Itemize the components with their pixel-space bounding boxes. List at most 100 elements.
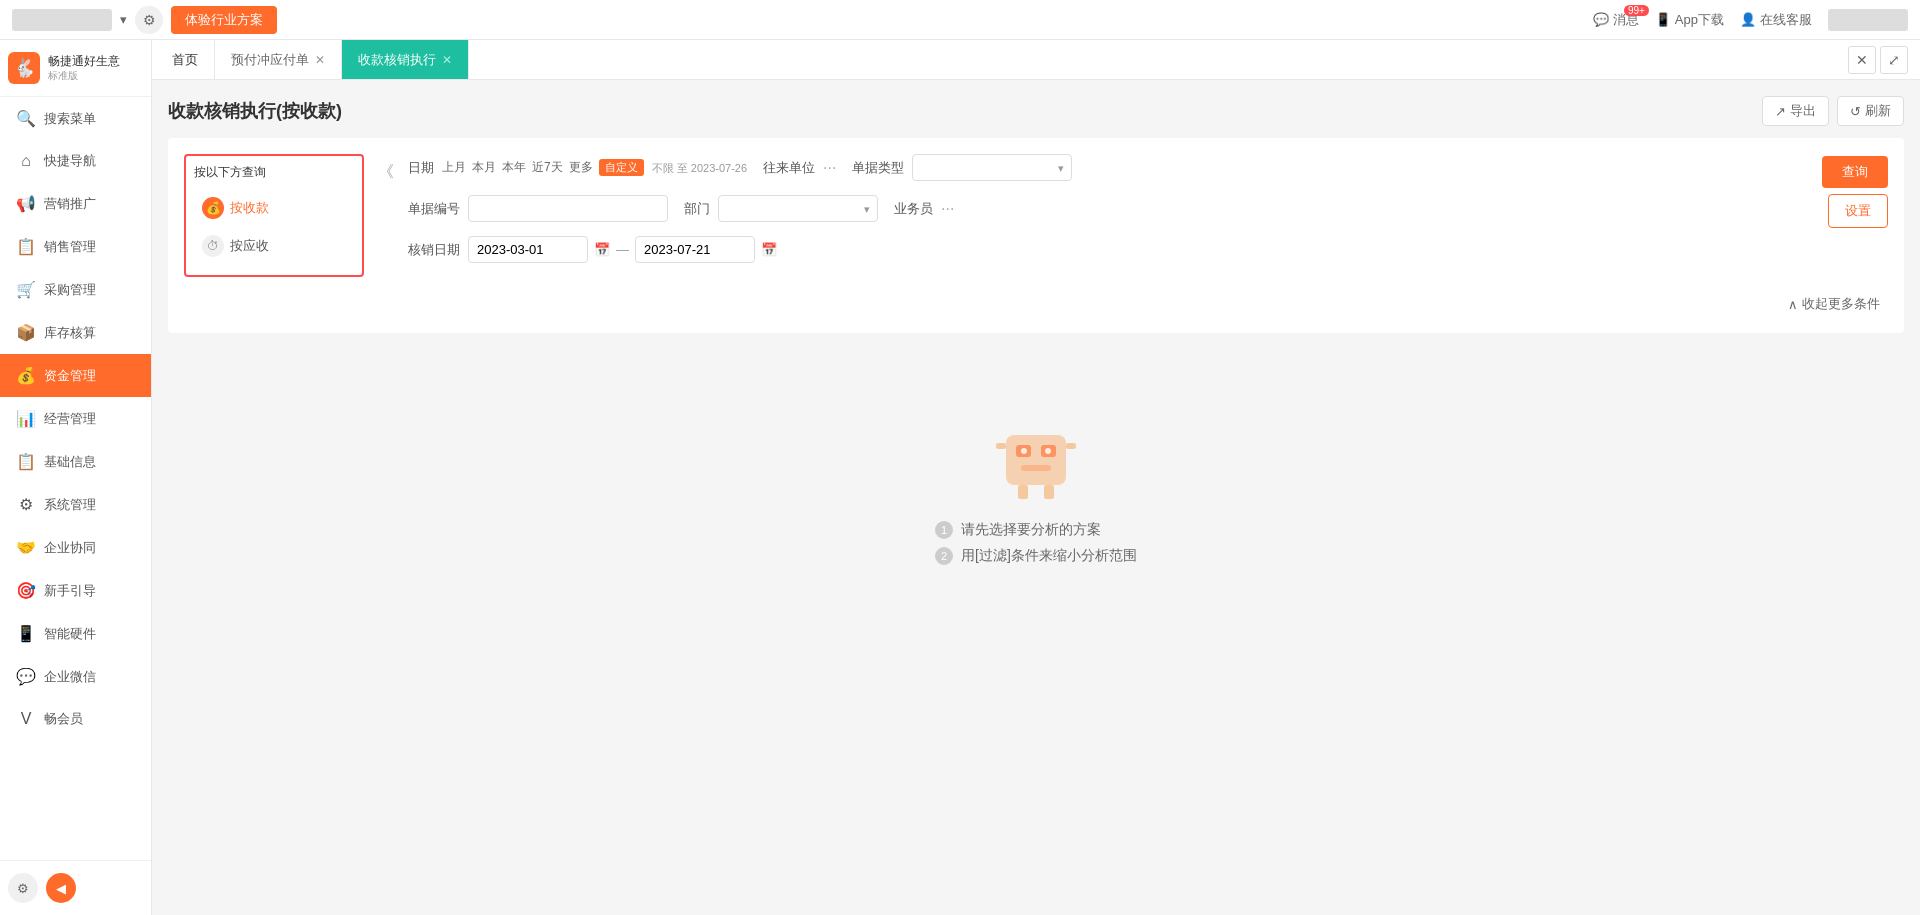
writeoff-date-end[interactable] (635, 236, 755, 263)
top-bar-left: ▾ ⚙ 体验行业方案 (12, 6, 1593, 34)
tab-expand-btn[interactable]: ⤢ (1880, 46, 1908, 74)
tab-controls: ✕ ⤢ (1848, 46, 1916, 74)
tab-receipt-writeoff-close[interactable]: ✕ (442, 53, 452, 67)
date-link-thisyear[interactable]: 本年 (502, 159, 526, 176)
receivable-icon: ⏱ (202, 235, 224, 257)
sidebar-item-guide[interactable]: 🎯 新手引导 (0, 569, 151, 612)
message-badge: 99+ (1624, 5, 1649, 16)
marketing-icon: 📢 (16, 194, 36, 213)
online-service-button[interactable]: 👤 在线客服 (1740, 11, 1812, 29)
filter-option-by-receipt[interactable]: 💰 按收款 (194, 191, 354, 225)
staff-dots[interactable]: ··· (941, 200, 954, 218)
wechat-icon: 💬 (16, 667, 36, 686)
writeoff-cal-start-icon[interactable]: 📅 (594, 242, 610, 257)
date-hint: 不限 至 2023-07-26 (652, 161, 747, 176)
sidebar-item-wechat[interactable]: 💬 企业微信 (0, 655, 151, 698)
user-avatar[interactable] (1828, 9, 1908, 31)
filter-docno-field: 单据编号 (408, 195, 668, 222)
receipt-option-label: 按收款 (230, 199, 269, 217)
doctype-select-wrapper (912, 154, 1072, 181)
tab-bar: 首页 预付冲应付单 ✕ 收款核销执行 ✕ ✕ ⤢ (152, 40, 1920, 80)
svg-rect-0 (1006, 435, 1066, 485)
date-link-thismonth[interactable]: 本月 (472, 159, 496, 176)
svg-rect-6 (1018, 485, 1028, 499)
sidebar-item-marketing[interactable]: 📢 营销推广 (0, 182, 151, 225)
tab-home-label: 首页 (172, 51, 198, 69)
sidebar: 🐇 畅捷通好生意 标准版 🔍 搜索菜单⌂ 快捷导航📢 营销推广📋 销售管理 🛒 (0, 40, 152, 915)
tab-receipt-writeoff[interactable]: 收款核销执行 ✕ (342, 40, 469, 79)
sidebar-item-search-menu[interactable]: 🔍 搜索菜单 (0, 97, 151, 140)
app-download-button[interactable]: 📱 App下载 (1655, 11, 1724, 29)
sidebar-item-hardware[interactable]: 📱 智能硬件 (0, 612, 151, 655)
page-title: 收款核销执行(按收款) (168, 99, 342, 123)
staff-label: 业务员 (894, 200, 933, 218)
search-button[interactable]: 查询 (1822, 156, 1888, 188)
operations-label: 经营管理 (44, 410, 96, 428)
export-label: 导出 (1790, 102, 1816, 120)
sidebar-item-sales[interactable]: 📋 销售管理 (0, 225, 151, 268)
tab-close-btn[interactable]: ✕ (1848, 46, 1876, 74)
sidebar-item-finance[interactable]: 💰 资金管理 (0, 354, 151, 397)
sidebar-item-quick-nav[interactable]: ⌂ 快捷导航 (0, 140, 151, 182)
logo-icon: 🐇 (8, 52, 40, 84)
tab-prepay[interactable]: 预付冲应付单 ✕ (215, 40, 342, 79)
writeoff-date-range: 📅 — 📅 (468, 236, 777, 263)
filter-row-3: 核销日期 📅 — 📅 (408, 236, 1810, 263)
logo-text-block: 畅捷通好生意 标准版 (48, 53, 120, 84)
guide-label: 新手引导 (44, 582, 96, 600)
dept-select[interactable] (718, 195, 878, 222)
sidebar-item-purchase[interactable]: 🛒 采购管理 (0, 268, 151, 311)
sidebar-item-enterprise[interactable]: 🤝 企业协同 (0, 526, 151, 569)
filter-fields-main: 日期 上月 本月 本年 近7天 更多 自定义 不 (408, 154, 1810, 277)
date-link-7days[interactable]: 近7天 (532, 159, 563, 176)
hardware-icon: 📱 (16, 624, 36, 643)
app-logo (12, 9, 112, 31)
settings-button[interactable]: 设置 (1828, 194, 1888, 228)
sidebar-item-member[interactable]: V 畅会员 (0, 698, 151, 740)
tab-prepay-label: 预付冲应付单 (231, 51, 309, 69)
refresh-button[interactable]: ↺ 刷新 (1837, 96, 1904, 126)
filter-query-box: 按以下方查询 💰 按收款 ⏱ 按应收 (184, 154, 364, 277)
filter-staff-field: 业务员 ··· (894, 200, 954, 218)
date-custom-tag[interactable]: 自定义 (599, 159, 644, 176)
sidebar-item-system[interactable]: ⚙ 系统管理 (0, 483, 151, 526)
message-button[interactable]: 💬 消息 99+ (1593, 11, 1639, 29)
writeoff-date-label: 核销日期 (408, 241, 460, 259)
solution-button[interactable]: 体验行业方案 (171, 6, 277, 34)
sidebar-item-basic-info[interactable]: 📋 基础信息 (0, 440, 151, 483)
refresh-label: 刷新 (1865, 102, 1891, 120)
settings-icon[interactable]: ⚙ (135, 6, 163, 34)
partner-dots[interactable]: ··· (823, 159, 836, 177)
tab-home[interactable]: 首页 (156, 40, 215, 79)
filter-option-by-receivable[interactable]: ⏱ 按应收 (194, 229, 354, 263)
more-conditions-button[interactable]: ∧ 收起更多条件 (1780, 291, 1888, 317)
filter-query-title: 按以下方查询 (194, 164, 354, 181)
inventory-label: 库存核算 (44, 324, 96, 342)
sidebar-collapse-button[interactable]: ◀ (46, 873, 76, 903)
empty-tip-1: 1 请先选择要分析的方案 (935, 521, 1137, 539)
page-header: 收款核销执行(按收款) ↗ 导出 ↺ 刷新 (168, 96, 1904, 126)
sidebar-gear-button[interactable]: ⚙ (8, 873, 38, 903)
sidebar-item-operations[interactable]: 📊 经营管理 (0, 397, 151, 440)
operations-icon: 📊 (16, 409, 36, 428)
writeoff-cal-end-icon[interactable]: 📅 (761, 242, 777, 257)
export-button[interactable]: ↗ 导出 (1762, 96, 1829, 126)
sidebar-item-inventory[interactable]: 📦 库存核算 (0, 311, 151, 354)
date-link-lastmonth[interactable]: 上月 (442, 159, 466, 176)
hardware-label: 智能硬件 (44, 625, 96, 643)
svg-rect-3 (1021, 465, 1051, 471)
sidebar-menu: 🔍 搜索菜单⌂ 快捷导航📢 营销推广📋 销售管理🛒 采购管理📦 库存核算💰 资金… (0, 97, 151, 860)
top-bar: ▾ ⚙ 体验行业方案 💬 消息 99+ 📱 App下载 👤 在线客服 (0, 0, 1920, 40)
filter-collapse-btn[interactable]: 《 (376, 154, 396, 317)
date-link-more[interactable]: 更多 (569, 159, 593, 176)
docno-input[interactable] (468, 195, 668, 222)
doctype-select[interactable] (912, 154, 1072, 181)
main-layout: 🐇 畅捷通好生意 标准版 🔍 搜索菜单⌂ 快捷导航📢 营销推广📋 销售管理 🛒 (0, 40, 1920, 915)
empty-state: 1 请先选择要分析的方案 2 用[过滤]条件来缩小分析范围 (168, 345, 1904, 633)
filter-row-1: 日期 上月 本月 本年 近7天 更多 自定义 不 (408, 154, 1810, 181)
writeoff-date-start[interactable] (468, 236, 588, 263)
tip-num-2: 2 (935, 547, 953, 565)
dropdown-arrow[interactable]: ▾ (120, 12, 127, 27)
purchase-icon: 🛒 (16, 280, 36, 299)
tab-prepay-close[interactable]: ✕ (315, 53, 325, 67)
